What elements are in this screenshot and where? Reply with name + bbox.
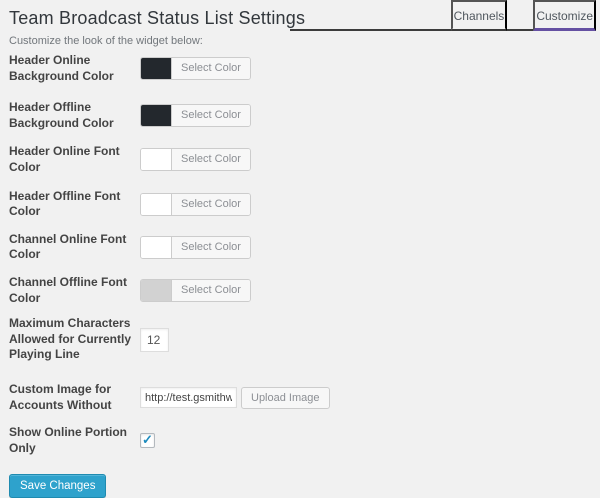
setting-row-max-characters: Maximum Characters Allowed for Currently…: [9, 316, 591, 363]
tab-customize[interactable]: Customize: [533, 0, 596, 31]
setting-label: Header Offline Font Color: [9, 188, 121, 219]
setting-label: Header Online Background Color: [9, 53, 114, 83]
select-color-label: Select Color: [171, 193, 250, 215]
select-color-label: Select Color: [171, 280, 250, 302]
max-characters-input[interactable]: [140, 327, 169, 352]
setting-row-header-offline-font: Header Offline Font Color Select Color: [9, 189, 591, 220]
show-online-checkbox[interactable]: [140, 432, 155, 449]
custom-image-url-input[interactable]: [140, 387, 237, 408]
color-picker-button[interactable]: Select Color: [140, 279, 251, 303]
setting-label: Header Online Font Color: [9, 144, 120, 174]
color-swatch: [141, 193, 171, 215]
setting-row-custom-image: Custom Image for Accounts Without Upload…: [9, 382, 591, 413]
setting-label: Channel Offline Font Color: [9, 274, 127, 305]
upload-image-button[interactable]: Upload Image: [241, 386, 330, 409]
settings-page: Channels Customize Team Broadcast Status…: [0, 0, 600, 498]
color-picker-button[interactable]: Select Color: [140, 148, 251, 172]
setting-row-show-online-only: Show Online Portion Only: [9, 425, 591, 456]
setting-row-header-offline-bg: Header Offline Background Color Select C…: [9, 100, 591, 131]
color-swatch: [141, 105, 171, 127]
color-swatch: [141, 149, 171, 171]
setting-label: Channel Online Font Color: [9, 231, 127, 262]
setting-label: Maximum Characters Allowed for Currently…: [9, 316, 132, 362]
select-color-label: Select Color: [171, 149, 250, 171]
settings-form: Header Online Background Color Select Co…: [9, 53, 591, 498]
tab-bar: Channels Customize: [290, 0, 596, 31]
select-color-label: Select Color: [171, 105, 250, 127]
setting-row-header-online-bg: Header Online Background Color Select Co…: [9, 53, 591, 84]
setting-label: Custom Image for Accounts Without: [9, 381, 112, 412]
color-picker-button[interactable]: Select Color: [140, 192, 251, 216]
setting-label: Header Offline Background Color: [9, 100, 114, 130]
color-picker-button[interactable]: Select Color: [140, 235, 251, 259]
color-swatch: [141, 280, 171, 302]
color-picker-button[interactable]: Select Color: [140, 104, 251, 128]
setting-row-channel-offline-font: Channel Offline Font Color Select Color: [9, 275, 591, 306]
page-subtitle: Customize the look of the widget below:: [9, 35, 203, 47]
setting-row-channel-online-font: Channel Online Font Color Select Color: [9, 232, 591, 263]
setting-label: Show Online Portion Only: [9, 425, 127, 455]
tab-channels[interactable]: Channels: [450, 0, 508, 31]
select-color-label: Select Color: [171, 236, 250, 258]
color-swatch: [141, 236, 171, 258]
select-color-label: Select Color: [171, 58, 250, 80]
setting-row-header-online-font: Header Online Font Color Select Color: [9, 144, 591, 175]
color-picker-button[interactable]: Select Color: [140, 57, 251, 81]
color-swatch: [141, 58, 171, 80]
